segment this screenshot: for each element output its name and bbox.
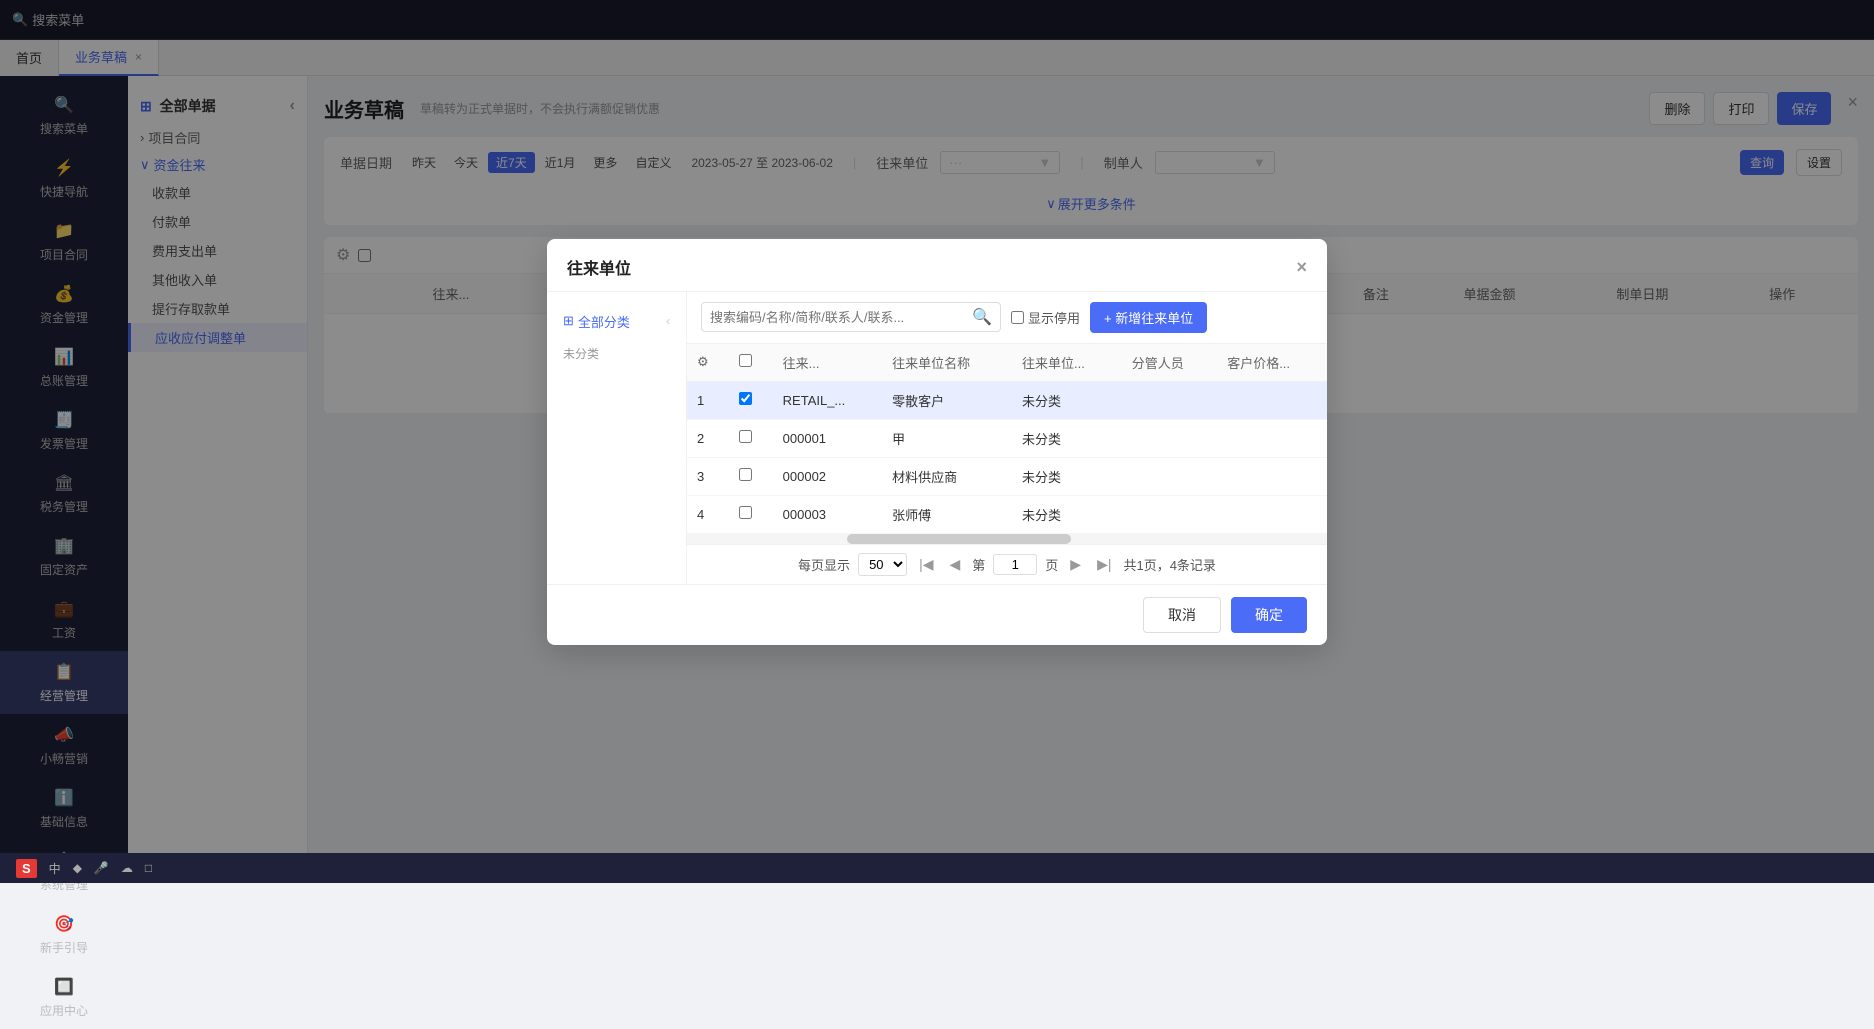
modal-table-row[interactable]: 3 000002 材料供应商 未分类 — [687, 457, 1327, 495]
row-no: 2 — [687, 419, 729, 457]
modal-header: 往来单位 × — [547, 239, 1327, 292]
search-icon: 🔍 — [972, 307, 992, 327]
row-code: 000002 — [773, 457, 882, 495]
grid-icon: ⊞ — [563, 313, 574, 329]
modal-overlay: 往来单位 × ⊞ 全部分类 ‹ 未分类 — [0, 0, 1874, 883]
row-code: 000001 — [773, 419, 882, 457]
status-logo: S — [16, 859, 37, 878]
status-item-zh: 中 — [49, 860, 61, 877]
row-no: 4 — [687, 495, 729, 533]
row-category: 未分类 — [1012, 419, 1122, 457]
row-check[interactable] — [729, 419, 773, 457]
row-checkbox[interactable] — [739, 506, 752, 519]
last-page-btn[interactable]: ▶| — [1093, 554, 1115, 575]
row-category: 未分类 — [1012, 381, 1122, 419]
row-price — [1217, 419, 1327, 457]
modal-sidebar-all[interactable]: ⊞ 全部分类 ‹ — [547, 304, 686, 339]
apps-icon: 🔲 — [53, 976, 75, 998]
cancel-button[interactable]: 取消 — [1143, 597, 1221, 633]
modal-col-price: 客户价格... — [1217, 344, 1327, 382]
row-price — [1217, 381, 1327, 419]
status-item-mic: 🎤 — [94, 861, 109, 875]
first-page-btn[interactable]: |◀ — [915, 554, 937, 575]
row-price — [1217, 495, 1327, 533]
modal-table-wrap: ⚙ 往来... 往来单位名称 往来单位... 分管人员 客户价格... 1 — [687, 344, 1327, 534]
row-manager — [1122, 495, 1217, 533]
page-suffix: 页 — [1045, 555, 1058, 574]
modal-table: ⚙ 往来... 往来单位名称 往来单位... 分管人员 客户价格... 1 — [687, 344, 1327, 534]
modal-hscroll-thumb — [847, 534, 1071, 544]
row-no: 3 — [687, 457, 729, 495]
modal-search-input[interactable] — [710, 310, 968, 325]
row-name: 张师傅 — [882, 495, 1012, 533]
modal-search-wrap[interactable]: 🔍 — [701, 302, 1001, 332]
modal-col-check — [729, 344, 773, 382]
row-manager — [1122, 457, 1217, 495]
row-check[interactable] — [729, 457, 773, 495]
row-code: RETAIL_... — [773, 381, 882, 419]
sidebar-label-newbie: 新手引导 — [40, 939, 88, 956]
show-disabled-checkbox[interactable] — [1011, 311, 1024, 324]
show-disabled-label[interactable]: 显示停用 — [1011, 308, 1080, 327]
next-page-btn[interactable]: ▶ — [1066, 554, 1085, 575]
new-unit-btn[interactable]: + 新增往来单位 — [1090, 302, 1207, 333]
modal-sidebar-sub: 未分类 — [547, 339, 686, 368]
row-checkbox[interactable] — [739, 392, 752, 405]
row-no: 1 — [687, 381, 729, 419]
modal-col-category: 往来单位... — [1012, 344, 1122, 382]
confirm-button[interactable]: 确定 — [1231, 597, 1307, 633]
modal-select-all[interactable] — [739, 354, 752, 367]
sidebar-item-apps[interactable]: 🔲 应用中心 — [0, 966, 128, 1029]
row-check[interactable] — [729, 381, 773, 419]
modal-actions: 取消 确定 — [547, 584, 1327, 645]
modal-toolbar: 🔍 显示停用 + 新增往来单位 — [687, 292, 1327, 344]
row-price — [1217, 457, 1327, 495]
sidebar-collapse-icon[interactable]: ‹ — [666, 314, 670, 328]
status-item-diamond: ◆ — [73, 861, 82, 875]
page-label: 第 — [972, 555, 985, 574]
modal-sidebar: ⊞ 全部分类 ‹ 未分类 — [547, 292, 687, 584]
row-category: 未分类 — [1012, 457, 1122, 495]
row-checkbox[interactable] — [739, 468, 752, 481]
sidebar-label-apps: 应用中心 — [40, 1002, 88, 1019]
row-code: 000003 — [773, 495, 882, 533]
row-name: 甲 — [882, 419, 1012, 457]
modal-table-row[interactable]: 2 000001 甲 未分类 — [687, 419, 1327, 457]
row-name: 零散客户 — [882, 381, 1012, 419]
status-item-screen: □ — [145, 861, 152, 875]
row-category: 未分类 — [1012, 495, 1122, 533]
modal-pagination: 每页显示 50 |◀ ◀ 第 页 ▶ ▶| 共1页，4条记录 — [687, 544, 1327, 584]
modal-table-row[interactable]: 4 000003 张师傅 未分类 — [687, 495, 1327, 533]
modal-body: ⊞ 全部分类 ‹ 未分类 🔍 显示停用 — [547, 292, 1327, 584]
newbie-icon: 🎯 — [53, 913, 75, 935]
row-check[interactable] — [729, 495, 773, 533]
prev-page-btn[interactable]: ◀ — [945, 554, 964, 575]
modal-col-name: 往来单位名称 — [882, 344, 1012, 382]
per-page-select[interactable]: 50 — [858, 553, 907, 576]
sidebar-item-newbie[interactable]: 🎯 新手引导 — [0, 903, 128, 966]
status-bar: S 中 ◆ 🎤 ☁ □ — [0, 853, 1874, 883]
modal-col-code: 往来... — [773, 344, 882, 382]
total-info: 共1页，4条记录 — [1123, 555, 1215, 574]
status-item-cloud: ☁ — [121, 861, 133, 875]
row-manager — [1122, 419, 1217, 457]
modal-title: 往来单位 — [567, 255, 631, 279]
modal-col-manager: 分管人员 — [1122, 344, 1217, 382]
modal-col-settings: ⚙ — [687, 344, 729, 382]
modal-table-row[interactable]: 1 RETAIL_... 零散客户 未分类 — [687, 381, 1327, 419]
modal-close-btn[interactable]: × — [1296, 258, 1307, 276]
row-name: 材料供应商 — [882, 457, 1012, 495]
row-checkbox[interactable] — [739, 430, 752, 443]
modal-hscroll[interactable] — [687, 534, 1327, 544]
modal-dialog: 往来单位 × ⊞ 全部分类 ‹ 未分类 — [547, 239, 1327, 645]
row-manager — [1122, 381, 1217, 419]
page-input[interactable] — [993, 554, 1037, 575]
modal-main: 🔍 显示停用 + 新增往来单位 ⚙ — [687, 292, 1327, 584]
per-page-label: 每页显示 — [798, 555, 850, 574]
